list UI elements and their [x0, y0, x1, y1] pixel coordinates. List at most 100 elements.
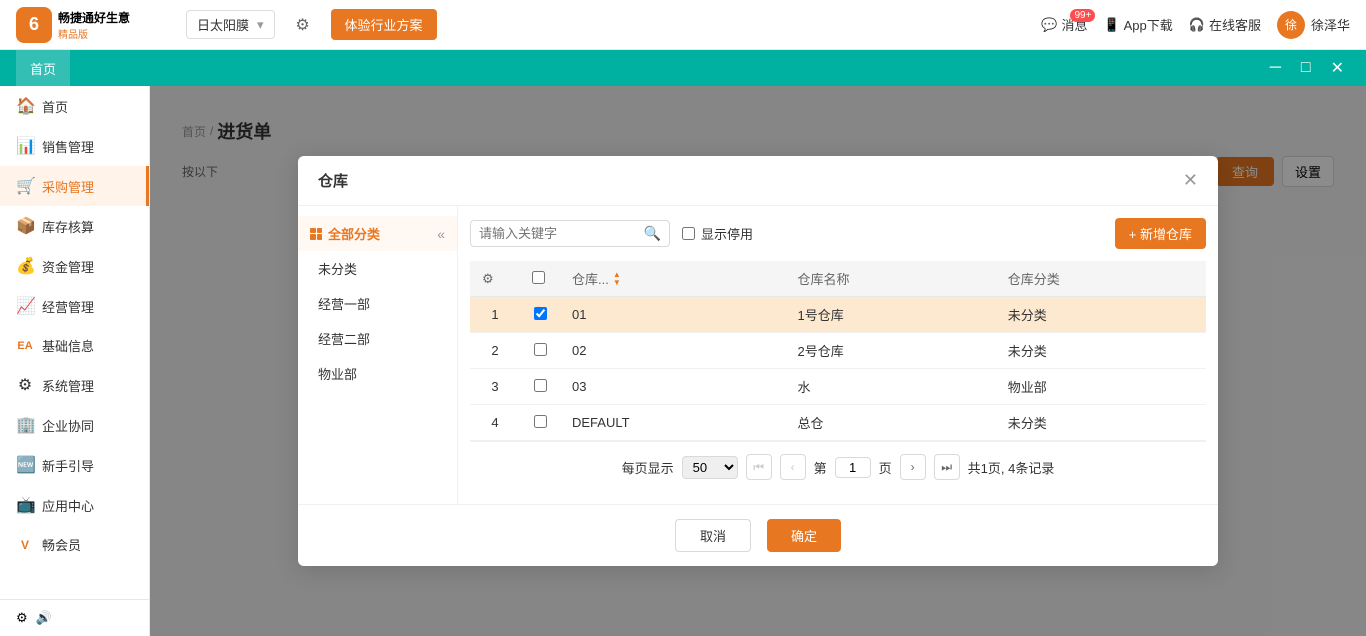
page-number-input[interactable]: [835, 457, 871, 478]
per-page-select[interactable]: 50 100 200: [682, 456, 738, 479]
th-name: 仓库名称: [786, 261, 996, 297]
add-warehouse-button[interactable]: + 新增仓库: [1115, 218, 1206, 249]
sound-icon: 🔊: [36, 610, 52, 626]
settings-bottom-icon: ⚙: [16, 610, 28, 626]
maximize-button[interactable]: □: [1295, 58, 1317, 78]
category-collapse-button[interactable]: «: [437, 226, 445, 242]
sidebar-item-appcenter[interactable]: 📺 应用中心: [0, 485, 149, 525]
sidebar-item-capital[interactable]: 💰 资金管理: [0, 246, 149, 286]
th-check: [520, 261, 560, 297]
enterprise-icon: 🏢: [16, 415, 34, 435]
row-num-cell: 4: [470, 405, 520, 441]
table-row[interactable]: 1 01 1号仓库 未分类: [470, 297, 1206, 333]
row-checkbox[interactable]: [534, 343, 547, 356]
table-header-row: ⚙ 仓库... ▲▼: [470, 261, 1206, 297]
base-icon: EA: [16, 340, 34, 352]
purchase-icon: 🛒: [16, 176, 34, 196]
grid-icon: [310, 228, 322, 240]
row-num-cell: 1: [470, 297, 520, 333]
sidebar-item-base[interactable]: EA 基础信息: [0, 326, 149, 365]
table-row[interactable]: 4 DEFAULT 总仓 未分类: [470, 405, 1206, 441]
category-all-item[interactable]: 全部分类 «: [298, 216, 457, 251]
table-row[interactable]: 2 02 2号仓库 未分类: [470, 333, 1206, 369]
message-btn[interactable]: 💬 消息 99+: [1041, 15, 1087, 34]
operation-icon: 📈: [16, 296, 34, 316]
row-check-cell[interactable]: [520, 297, 560, 333]
modal-title: 仓库: [318, 170, 348, 191]
table-toolbar: 🔍 显示停用 + 新增仓库: [470, 218, 1206, 249]
try-industry-button[interactable]: 体验行业方案: [331, 9, 437, 40]
row-checkbox[interactable]: [534, 415, 547, 428]
sidebar-item-member[interactable]: V 畅会员: [0, 525, 149, 564]
confirm-button[interactable]: 确定: [767, 519, 841, 552]
message-badge: 99+: [1070, 9, 1095, 22]
th-category: 仓库分类: [996, 261, 1206, 297]
online-service-btn[interactable]: 🎧 在线客服: [1189, 15, 1261, 34]
show-disabled-checkbox[interactable]: [682, 227, 695, 240]
search-input[interactable]: [479, 226, 644, 241]
content-area: 首页 / 进货单 按以下 🖨 打印 ▾ 📤 导出 ↻ 刷新: [150, 86, 1366, 636]
sidebar-item-inventory[interactable]: 📦 库存核算: [0, 206, 149, 246]
row-num-cell: 2: [470, 333, 520, 369]
row-checkbox[interactable]: [534, 379, 547, 392]
brand-logo: 6 畅捷通好生意 精品版: [16, 7, 166, 43]
category-item-dept2[interactable]: 经营二部: [298, 321, 457, 356]
user-profile-btn[interactable]: 徐 徐泽华: [1277, 11, 1350, 39]
headset-icon: 🎧: [1189, 17, 1205, 33]
category-item-unclassified[interactable]: 未分类: [298, 251, 457, 286]
sidebar: 🏠 首页 📊 销售管理 🛒 采购管理 📦 库存核算 💰 资金管理 📈 经营管理 …: [0, 86, 150, 636]
gear-icon: ⚙: [295, 15, 309, 35]
app-download-btn[interactable]: 📱 App下载: [1103, 15, 1172, 34]
minimize-button[interactable]: ─: [1264, 58, 1287, 78]
modal-close-button[interactable]: ✕: [1183, 170, 1198, 191]
search-box: 🔍: [470, 220, 670, 247]
category-item-property[interactable]: 物业部: [298, 356, 457, 391]
close-button[interactable]: ✕: [1325, 58, 1350, 78]
tab-home[interactable]: 首页: [16, 50, 70, 86]
row-category-cell: 未分类: [996, 333, 1206, 369]
row-name-cell: 总仓: [786, 405, 996, 441]
member-icon: V: [16, 538, 34, 552]
sidebar-item-sales[interactable]: 📊 销售管理: [0, 126, 149, 166]
sidebar-item-home[interactable]: 🏠 首页: [0, 86, 149, 126]
main-layout: 🏠 首页 📊 销售管理 🛒 采购管理 📦 库存核算 💰 资金管理 📈 经营管理 …: [0, 86, 1366, 636]
row-num-cell: 3: [470, 369, 520, 405]
category-item-dept1[interactable]: 经营一部: [298, 286, 457, 321]
settings-icon-btn[interactable]: ⚙: [287, 9, 319, 41]
row-category-cell: 物业部: [996, 369, 1206, 405]
sidebar-item-operation[interactable]: 📈 经营管理: [0, 286, 149, 326]
guide-icon: 🆕: [16, 455, 34, 475]
table-panel: 🔍 显示停用 + 新增仓库 ⚙: [458, 206, 1218, 504]
inventory-icon: 📦: [16, 216, 34, 236]
sidebar-bottom[interactable]: ⚙ 🔊: [0, 599, 149, 636]
sidebar-item-system[interactable]: ⚙ 系统管理: [0, 365, 149, 405]
page-prev-button[interactable]: ‹: [780, 454, 806, 480]
sales-icon: 📊: [16, 136, 34, 156]
table-row[interactable]: 3 03 水 物业部: [470, 369, 1206, 405]
row-code-cell: 01: [560, 297, 786, 333]
row-check-cell[interactable]: [520, 369, 560, 405]
sidebar-item-guide[interactable]: 🆕 新手引导: [0, 445, 149, 485]
row-name-cell: 水: [786, 369, 996, 405]
sub-header: 首页 ─ □ ✕: [0, 50, 1366, 86]
modal-overlay: 仓库 ✕ 全部分类 « 未分类: [150, 86, 1366, 636]
category-panel: 全部分类 « 未分类 经营一部 经营二部 物业部: [298, 206, 458, 504]
row-check-cell[interactable]: [520, 405, 560, 441]
sidebar-item-purchase[interactable]: 🛒 采购管理: [0, 166, 149, 206]
message-icon: 💬: [1041, 17, 1057, 33]
page-last-button[interactable]: ⏭: [934, 454, 960, 480]
row-code-cell: DEFAULT: [560, 405, 786, 441]
row-name-cell: 1号仓库: [786, 297, 996, 333]
select-all-checkbox[interactable]: [532, 271, 545, 284]
cancel-button[interactable]: 取消: [675, 519, 751, 552]
th-settings: ⚙: [470, 261, 520, 297]
header-right: 💬 消息 99+ 📱 App下载 🎧 在线客服 徐 徐泽华: [1041, 11, 1350, 39]
store-selector[interactable]: 日太阳膜 ▾: [186, 10, 275, 39]
capital-icon: 💰: [16, 256, 34, 276]
page-first-button[interactable]: ⏮: [746, 454, 772, 480]
show-disabled-label[interactable]: 显示停用: [682, 224, 753, 243]
page-next-button[interactable]: ›: [900, 454, 926, 480]
row-check-cell[interactable]: [520, 333, 560, 369]
row-checkbox[interactable]: [534, 307, 547, 320]
sidebar-item-enterprise[interactable]: 🏢 企业协同: [0, 405, 149, 445]
